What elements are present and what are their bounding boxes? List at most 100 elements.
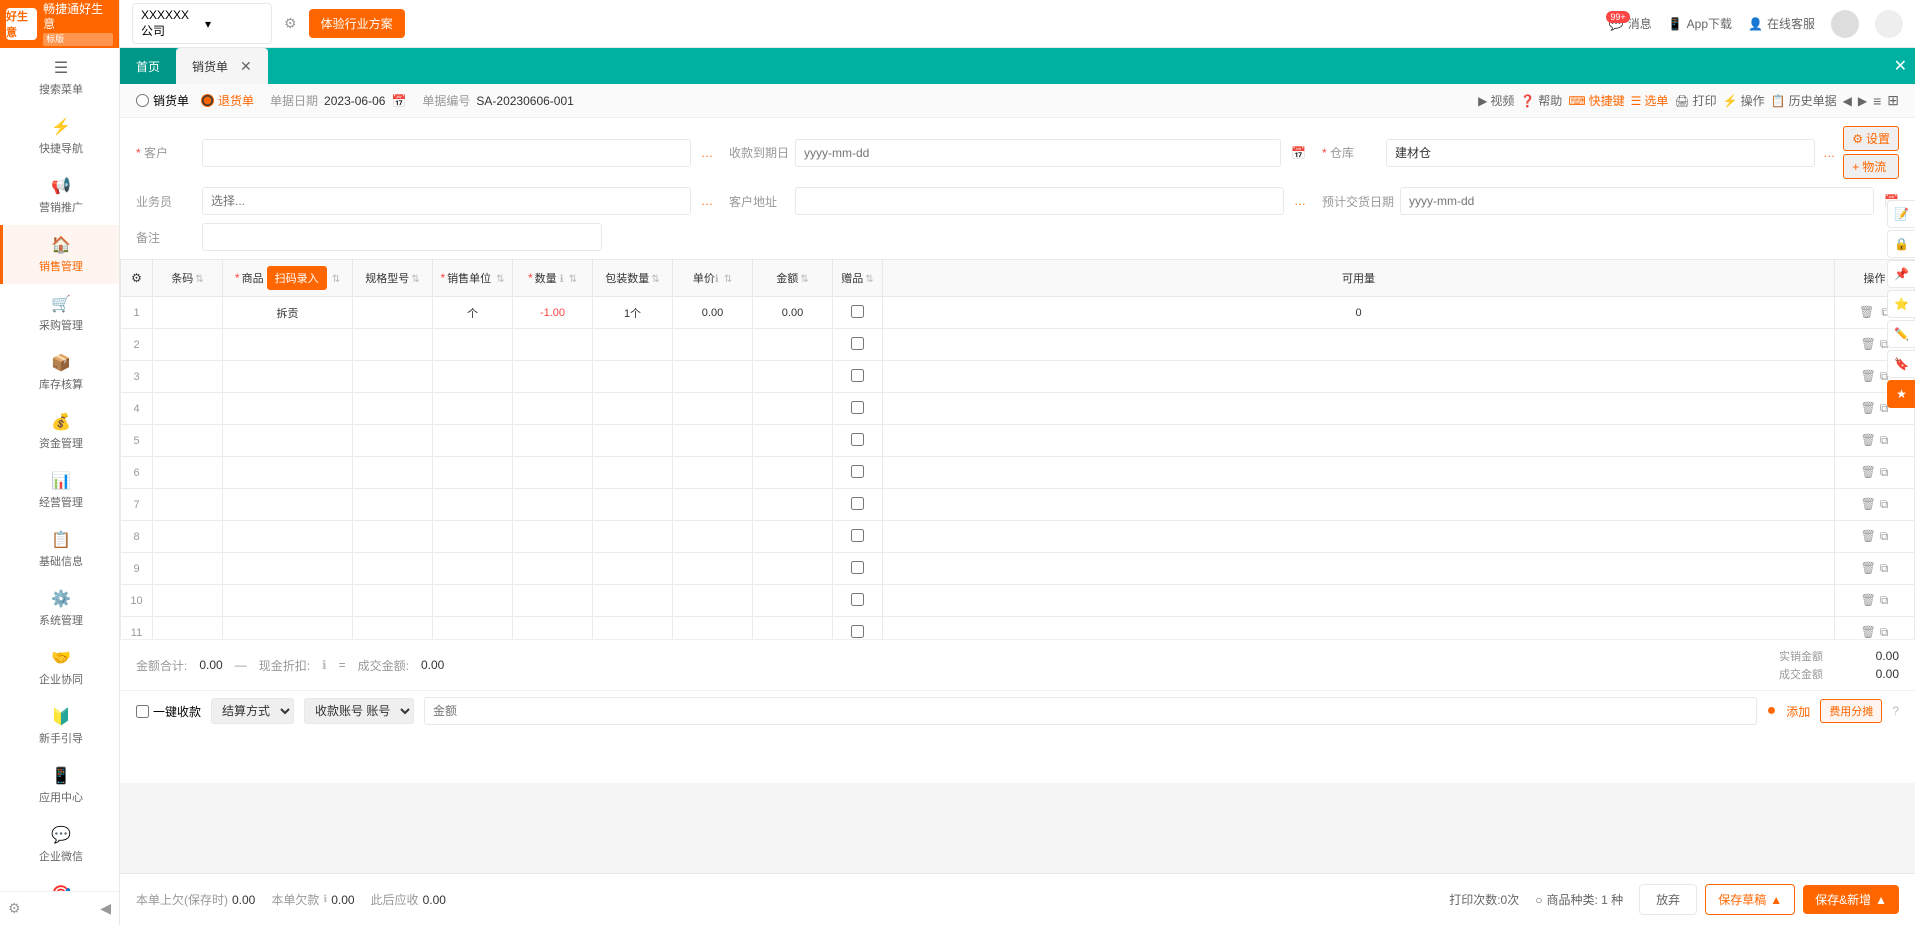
payment-due-calendar-icon[interactable]: 📅 <box>1291 146 1306 160</box>
gift-checkbox-10[interactable] <box>851 593 864 606</box>
scan-btn[interactable]: 扫码录入 <box>267 266 327 290</box>
gift-checkbox-4[interactable] <box>851 401 864 414</box>
debit-help-icon[interactable]: ℹ <box>323 894 327 905</box>
online-service-action[interactable]: 👤 在线客服 <box>1748 15 1815 32</box>
delete-row-3-btn[interactable]: 🗑 <box>1861 369 1876 383</box>
save-new-dropdown-icon[interactable]: ▲ <box>1875 893 1887 907</box>
video-action[interactable]: ▶ 视频 <box>1478 92 1514 109</box>
customer-input[interactable] <box>202 139 691 167</box>
gift-checkbox-1[interactable] <box>851 305 864 318</box>
payment-method-select[interactable]: 结算方式 <box>211 698 294 724</box>
right-panel-edit-btn[interactable]: ✏️ <box>1887 320 1915 348</box>
sidebar-item-quick-nav[interactable]: ⚡ 快捷导航 <box>0 107 119 166</box>
add-payment-icon[interactable]: ● <box>1767 702 1777 720</box>
sidebar-item-system[interactable]: ⚙️ 系统管理 <box>0 579 119 638</box>
help-action[interactable]: ❓ 帮助 <box>1520 92 1562 109</box>
expense-split-btn[interactable]: 费用分摊 <box>1820 699 1882 723</box>
right-panel-notes-btn[interactable]: 📝 <box>1887 200 1915 228</box>
tab-close-btn[interactable]: ✕ <box>240 58 252 75</box>
delete-row-4-btn[interactable]: 🗑 <box>1861 401 1876 415</box>
delete-row-11-btn[interactable]: 🗑 <box>1861 625 1876 639</box>
gift-checkbox-8[interactable] <box>851 529 864 542</box>
form-settings-btn[interactable]: ⚙ 设置 <box>1843 126 1899 151</box>
expense-help-icon[interactable]: ? <box>1892 704 1899 718</box>
delete-row-9-btn[interactable]: 🗑 <box>1861 561 1876 575</box>
payment-amount-input[interactable] <box>424 697 1757 725</box>
sidebar-item-sales[interactable]: 🏠 销售管理 <box>0 225 119 284</box>
goods-sort-icon[interactable]: ⇅ <box>332 274 340 285</box>
delete-row-7-btn[interactable]: 🗑 <box>1861 497 1876 511</box>
sidebar-item-search[interactable]: ☰ 搜索菜单 <box>0 48 119 107</box>
one-click-payment-checkbox[interactable]: 一键收款 <box>136 703 201 720</box>
remarks-input[interactable] <box>202 223 602 251</box>
right-panel-orange-btn[interactable]: ★ <box>1887 380 1915 408</box>
discard-btn[interactable]: 放弃 <box>1639 884 1697 915</box>
collapse-sidebar-btn[interactable]: ◀ <box>100 900 111 917</box>
customer-dots[interactable]: … <box>701 146 713 160</box>
copy-row-5-btn[interactable]: ⧉ <box>1880 433 1889 447</box>
price-info-icon[interactable]: ℹ <box>715 274 719 285</box>
app-download-action[interactable]: 📱 App下载 <box>1668 15 1732 32</box>
operations-action[interactable]: ⚡ 操作 <box>1723 92 1765 109</box>
qty-sort-icon[interactable]: ⇅ <box>569 274 577 285</box>
right-panel-lock-btn[interactable]: 🔒 <box>1887 230 1915 258</box>
save-new-btn[interactable]: 保存&新增 ▲ <box>1803 885 1899 914</box>
sidebar-item-members[interactable]: 🎯 畅会员 <box>0 874 119 891</box>
warehouse-dots[interactable]: … <box>1823 146 1835 160</box>
user-avatar[interactable] <box>1831 10 1859 38</box>
copy-row-9-btn[interactable]: ⧉ <box>1880 561 1889 575</box>
right-panel-pin-btn[interactable]: 📌 <box>1887 260 1915 288</box>
th-settings[interactable]: ⚙ <box>121 260 153 297</box>
spec-sort-icon[interactable]: ⇅ <box>411 274 419 285</box>
sidebar-item-purchase[interactable]: 🛒 采购管理 <box>0 284 119 343</box>
gift-checkbox-6[interactable] <box>851 465 864 478</box>
gift-sort-icon[interactable]: ⇅ <box>865 274 873 285</box>
history-action[interactable]: 📋 历史单据 <box>1771 92 1837 109</box>
calendar-icon[interactable]: 📅 <box>391 94 406 108</box>
save-draft-btn[interactable]: 保存草稿 ▲ <box>1705 884 1795 915</box>
copy-row-7-btn[interactable]: ⧉ <box>1880 497 1889 511</box>
warehouse-input[interactable] <box>1386 139 1815 167</box>
select-action[interactable]: ☰ 选单 <box>1631 92 1669 109</box>
sidebar-item-operations[interactable]: 📊 经营管理 <box>0 461 119 520</box>
copy-row-6-btn[interactable]: ⧉ <box>1880 465 1889 479</box>
settings-gear-btn[interactable]: ⚙ <box>284 15 297 32</box>
logistics-btn[interactable]: + 物流 <box>1843 154 1899 179</box>
copy-row-10-btn[interactable]: ⧉ <box>1880 593 1889 607</box>
qty-info-icon[interactable]: ℹ <box>560 274 564 285</box>
tab-home[interactable]: 首页 <box>120 48 176 84</box>
sidebar-item-apps[interactable]: 📱 应用中心 <box>0 756 119 815</box>
message-action[interactable]: 💬 99+ 消息 <box>1609 15 1652 32</box>
delete-row-1-btn[interactable]: 🗑 <box>1859 305 1874 319</box>
save-draft-dropdown-icon[interactable]: ▲ <box>1770 893 1782 907</box>
sidebar-item-finance[interactable]: 💰 资金管理 <box>0 402 119 461</box>
sidebar-item-guide[interactable]: 🔰 新手引导 <box>0 697 119 756</box>
close-window-btn[interactable]: ✕ <box>1894 56 1907 76</box>
right-panel-star-btn[interactable]: ⭐ <box>1887 290 1915 318</box>
gift-checkbox-11[interactable] <box>851 625 864 638</box>
company-selector[interactable]: XXXXXX公司 ▾ <box>132 3 272 44</box>
salesperson-dots[interactable]: … <box>701 194 713 208</box>
prev-record-btn[interactable]: ◀ <box>1843 94 1852 108</box>
pkg-qty-sort-icon[interactable]: ⇅ <box>651 274 659 285</box>
customer-address-dots[interactable]: … <box>1294 194 1306 208</box>
settings-bottom-btn[interactable]: ⚙ <box>8 900 21 917</box>
sidebar-item-enterprise[interactable]: 🤝 企业协同 <box>0 638 119 697</box>
gift-checkbox-5[interactable] <box>851 433 864 446</box>
tab-sales-order[interactable]: 销货单 ✕ <box>176 48 268 84</box>
barcode-sort-icon[interactable]: ⇅ <box>195 274 203 285</box>
customer-address-input[interactable] <box>795 187 1284 215</box>
user-avatar-2[interactable] <box>1875 10 1903 38</box>
payment-due-input[interactable] <box>795 139 1281 167</box>
delete-row-10-btn[interactable]: 🗑 <box>1861 593 1876 607</box>
copy-row-11-btn[interactable]: ⧉ <box>1880 625 1889 639</box>
delete-row-2-btn[interactable]: 🗑 <box>1861 337 1876 351</box>
return-radio[interactable]: 退货单 <box>201 92 254 109</box>
cash-discount-help-icon[interactable]: ℹ <box>322 658 327 672</box>
grid-view-btn[interactable]: ⊞ <box>1887 92 1899 109</box>
sidebar-item-marketing[interactable]: 📢 营销推广 <box>0 166 119 225</box>
delete-row-6-btn[interactable]: 🗑 <box>1861 465 1876 479</box>
sale-radio[interactable]: 销货单 <box>136 92 189 109</box>
amount-sort-icon[interactable]: ⇅ <box>800 274 808 285</box>
right-panel-bookmark-btn[interactable]: 🔖 <box>1887 350 1915 378</box>
